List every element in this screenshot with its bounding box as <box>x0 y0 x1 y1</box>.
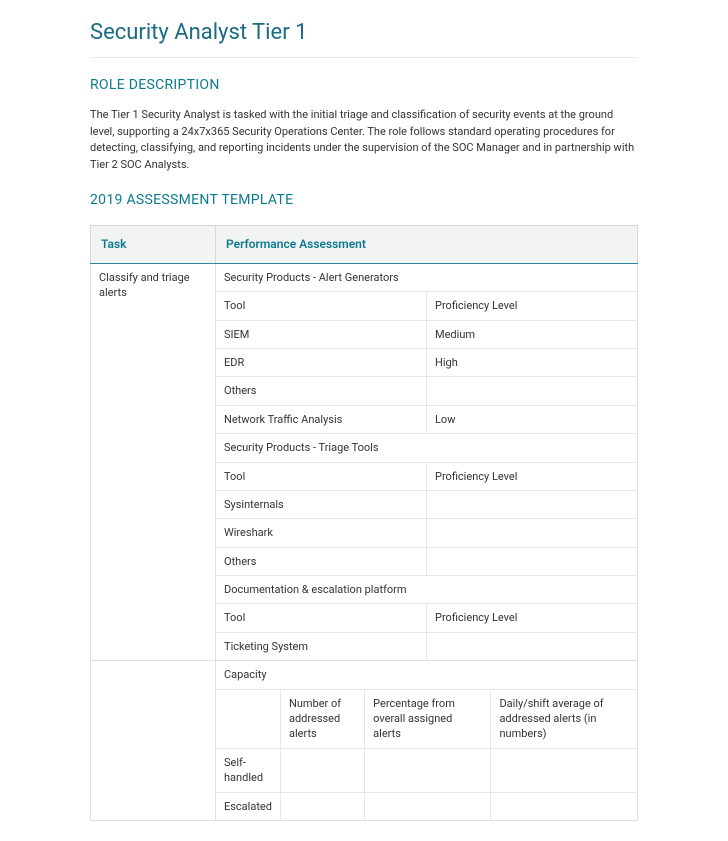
proficiency-siem: Medium <box>427 320 638 348</box>
capacity-table: Capacity Number of addressed alerts Perc… <box>216 661 637 820</box>
escalated-addressed <box>280 792 364 820</box>
capacity-assessment: Capacity Number of addressed alerts Perc… <box>216 661 638 821</box>
capacity-row-escalated: Escalated <box>216 792 280 820</box>
role-description-body: The Tier 1 Security Analyst is tasked wi… <box>90 107 638 173</box>
escalated-percentage <box>365 792 491 820</box>
triage-tools-heading: Security Products - Triage Tools <box>216 434 637 462</box>
capacity-row-self-handled: Self-handled <box>216 748 280 792</box>
tool-header: Tool <box>216 292 427 320</box>
proficiency-header-3: Proficiency Level <box>427 604 638 632</box>
capacity-blank-col <box>216 689 280 748</box>
document-page: Security Analyst Tier 1 ROLE DESCRIPTION… <box>0 0 728 841</box>
proficiency-header: Proficiency Level <box>427 292 638 320</box>
self-handled-percentage <box>365 748 491 792</box>
tool-header-2: Tool <box>216 462 427 490</box>
self-handled-addressed <box>280 748 364 792</box>
tool-others-1: Others <box>216 377 427 405</box>
capacity-col-percentage: Percentage from overall assigned alerts <box>365 689 491 748</box>
capacity-heading: Capacity <box>216 661 637 689</box>
assessment-table: Task Performance Assessment Classify and… <box>90 225 638 821</box>
escalated-daily <box>491 792 637 820</box>
capacity-col-daily-avg: Daily/shift average of addressed alerts … <box>491 689 637 748</box>
tool-siem: SIEM <box>216 320 427 348</box>
proficiency-wireshark <box>427 519 638 547</box>
alert-generators-table: Security Products - Alert Generators Too… <box>216 264 637 660</box>
tool-wireshark: Wireshark <box>216 519 427 547</box>
proficiency-sysinternals <box>427 490 638 518</box>
task-classify-triage: Classify and triage alerts <box>91 263 216 660</box>
col-header-performance: Performance Assessment <box>216 225 638 263</box>
proficiency-others-1 <box>427 377 638 405</box>
page-title: Security Analyst Tier 1 <box>90 18 638 58</box>
self-handled-daily <box>491 748 637 792</box>
proficiency-others-2 <box>427 547 638 575</box>
assessment-template-heading: 2019 ASSESSMENT TEMPLATE <box>90 191 638 211</box>
col-header-task: Task <box>91 225 216 263</box>
proficiency-header-2: Proficiency Level <box>427 462 638 490</box>
task-classify-assessment: Security Products - Alert Generators Too… <box>216 263 638 660</box>
capacity-col-addressed: Number of addressed alerts <box>280 689 364 748</box>
tool-others-2: Others <box>216 547 427 575</box>
tool-header-3: Tool <box>216 604 427 632</box>
alert-generators-heading: Security Products - Alert Generators <box>216 264 637 292</box>
tool-ticketing: Ticketing System <box>216 632 427 660</box>
tool-nta: Network Traffic Analysis <box>216 405 427 433</box>
role-description-heading: ROLE DESCRIPTION <box>90 76 638 96</box>
tool-sysinternals: Sysinternals <box>216 490 427 518</box>
proficiency-edr: High <box>427 348 638 376</box>
task-capacity-blank <box>91 661 216 821</box>
tool-edr: EDR <box>216 348 427 376</box>
proficiency-ticketing <box>427 632 638 660</box>
documentation-heading: Documentation & escalation platform <box>216 576 637 604</box>
proficiency-nta: Low <box>427 405 638 433</box>
